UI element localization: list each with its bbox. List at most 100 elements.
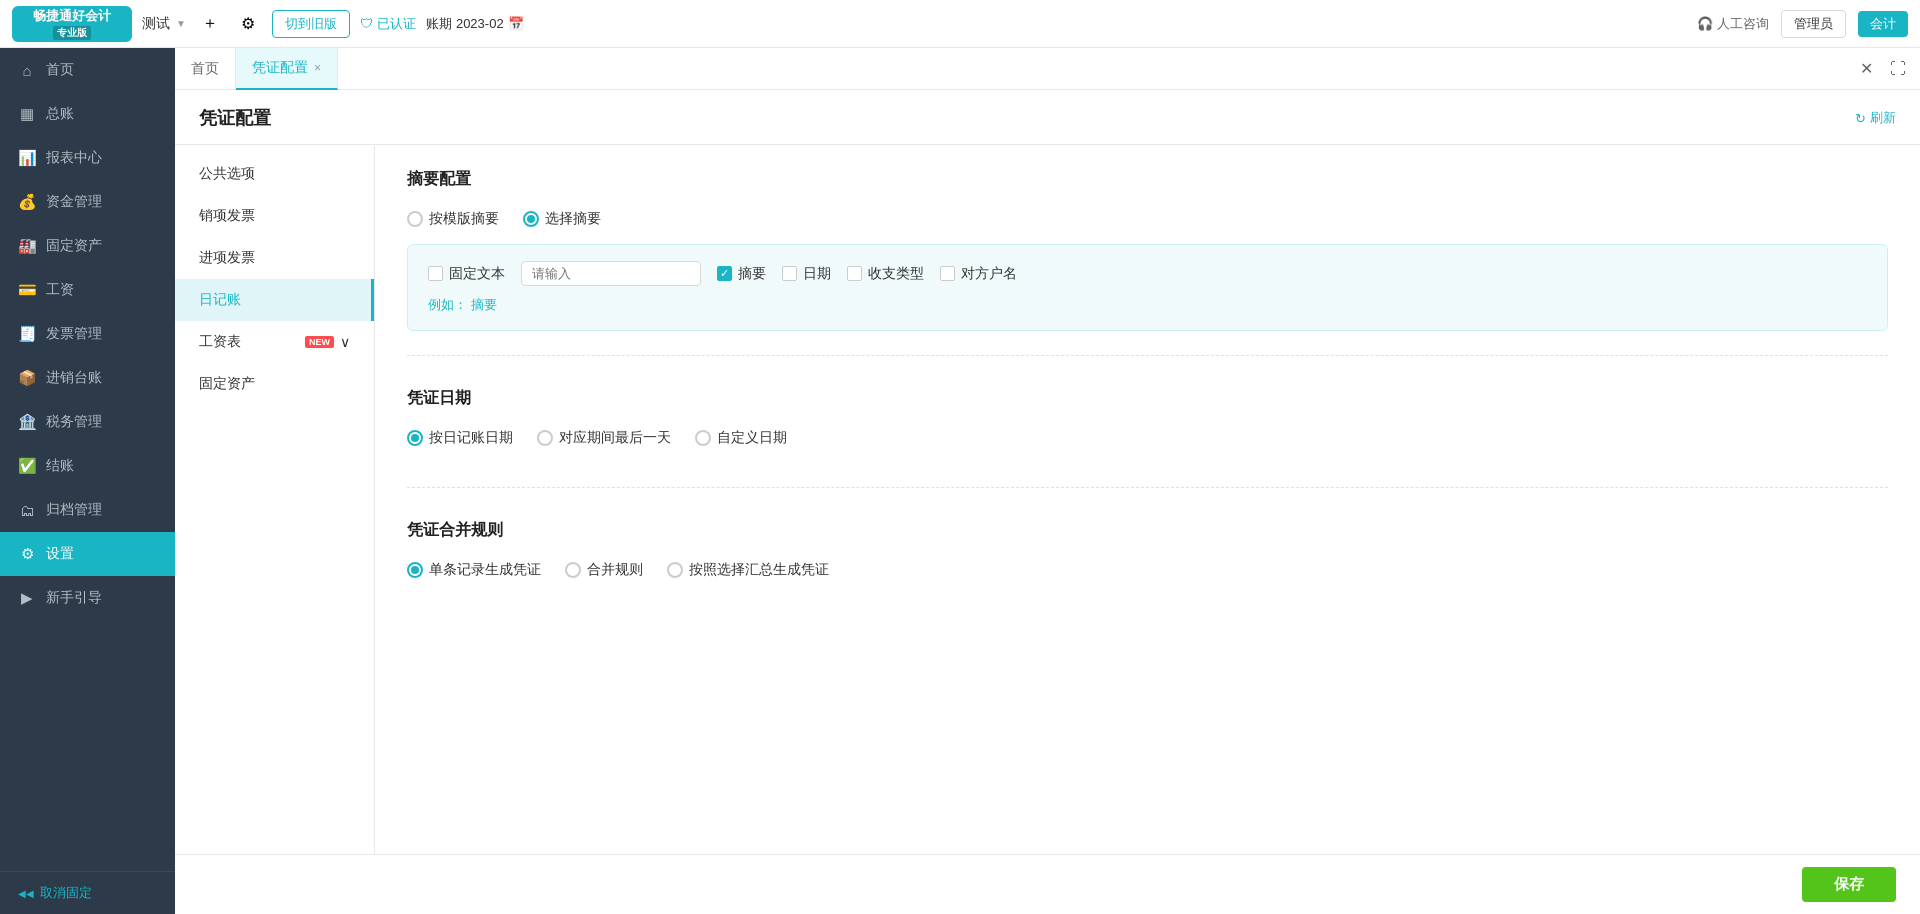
period-last-radio[interactable] [537, 430, 553, 446]
abstract-template-option[interactable]: 按模版摘要 [407, 210, 499, 228]
fixed-text-checkbox[interactable] [428, 266, 443, 281]
sidebar-item-ledger-label: 总账 [46, 105, 74, 123]
abstract-select-label: 选择摘要 [545, 210, 601, 228]
single-label: 单条记录生成凭证 [429, 561, 541, 579]
abstract-checkbox-item[interactable]: ✓ 摘要 [717, 265, 766, 283]
counterpart-checkbox-label: 对方户名 [961, 265, 1017, 283]
sidebar-item-funds-label: 资金管理 [46, 193, 102, 211]
single-radio[interactable] [407, 562, 423, 578]
service-button[interactable]: 🎧 人工咨询 [1697, 15, 1769, 33]
tab-close-icon[interactable]: × [314, 61, 321, 75]
inner-layout: 公共选项 销项发票 进项发票 日记账 工资表 NEW ∨ [175, 145, 1920, 854]
wages-icon: 💳 [18, 281, 36, 299]
abstract-select-option[interactable]: 选择摘要 [523, 210, 601, 228]
right-content: 摘要配置 按模版摘要 选择摘要 [375, 145, 1920, 854]
left-nav-payroll-label: 工资表 [199, 333, 241, 351]
counterpart-checkbox-item[interactable]: 对方户名 [940, 265, 1017, 283]
tab-expand-icon[interactable]: ⛶ [1884, 55, 1912, 83]
custom-date-radio[interactable] [695, 430, 711, 446]
period-last-label: 对应期间最后一天 [559, 429, 671, 447]
abstract-checkbox[interactable]: ✓ [717, 266, 732, 281]
save-button[interactable]: 保存 [1802, 867, 1896, 902]
workspace-selector[interactable]: 测试 ▼ [142, 15, 186, 33]
left-nav-sales-invoice[interactable]: 销项发票 [175, 195, 374, 237]
left-nav-purchase-invoice[interactable]: 进项发票 [175, 237, 374, 279]
counterpart-checkbox[interactable] [940, 266, 955, 281]
example-prefix: 例如： [428, 297, 467, 312]
abstract-radio-group: 按模版摘要 选择摘要 [407, 210, 1888, 228]
date-radio-group: 按日记账日期 对应期间最后一天 自定义日期 [407, 429, 1888, 447]
topbar: 畅捷通好会计 专业版 测试 ▼ ＋ ⚙ 切到旧版 🛡 已认证 账期 2023-0… [0, 0, 1920, 48]
left-nav-public-label: 公共选项 [199, 165, 255, 181]
pay-type-checkbox[interactable] [847, 266, 862, 281]
select-summary-radio[interactable] [667, 562, 683, 578]
refresh-icon: ↻ [1855, 111, 1866, 126]
single-option[interactable]: 单条记录生成凭证 [407, 561, 541, 579]
sidebar-item-funds[interactable]: 💰 资金管理 [0, 180, 175, 224]
fixed-text-checkbox-item[interactable]: 固定文本 [428, 265, 505, 283]
logo-sub-text: 专业版 [53, 26, 91, 40]
left-nav-purchase-invoice-label: 进项发票 [199, 249, 255, 265]
sidebar-item-invoice[interactable]: 🧾 发票管理 [0, 312, 175, 356]
journal-date-option[interactable]: 按日记账日期 [407, 429, 513, 447]
tab-voucher-config[interactable]: 凭证配置 × [236, 48, 338, 90]
cancel-fixed-button[interactable]: ◀◀ 取消固定 [0, 871, 175, 914]
sidebar-item-sales-ledger[interactable]: 📦 进销台账 [0, 356, 175, 400]
left-nav-public[interactable]: 公共选项 [175, 153, 374, 195]
workspace-arrow-icon: ▼ [176, 18, 186, 29]
date-checkbox[interactable] [782, 266, 797, 281]
sidebar-item-home-label: 首页 [46, 61, 74, 79]
left-nav: 公共选项 销项发票 进项发票 日记账 工资表 NEW ∨ [175, 145, 375, 854]
tab-home[interactable]: 首页 [175, 48, 236, 90]
right-panel: 首页 凭证配置 × ✕ ⛶ 凭证配置 ↻ 刷新 公共选项 [175, 48, 1920, 914]
tab-bar: 首页 凭证配置 × ✕ ⛶ [175, 48, 1920, 90]
refresh-button[interactable]: ↻ 刷新 [1855, 109, 1896, 141]
cancel-fixed-label: 取消固定 [40, 884, 92, 902]
fixed-text-input[interactable] [521, 261, 701, 286]
page-title: 凭证配置 [199, 106, 271, 144]
sidebar-item-reports[interactable]: 📊 报表中心 [0, 136, 175, 180]
content-header: 凭证配置 ↻ 刷新 [175, 90, 1920, 145]
date-section: 凭证日期 按日记账日期 对应期间最后一天 自定义日期 [407, 388, 1888, 488]
left-nav-fixed-assets-label: 固定资产 [199, 375, 255, 391]
tab-close-window-icon[interactable]: ✕ [1852, 55, 1880, 83]
sidebar-item-invoice-label: 发票管理 [46, 325, 102, 343]
accountant-button[interactable]: 会计 [1858, 11, 1908, 37]
sidebar-item-guide[interactable]: ▶ 新手引导 [0, 576, 175, 620]
sidebar-item-tax[interactable]: 🏦 税务管理 [0, 400, 175, 444]
sidebar-item-ledger[interactable]: ▦ 总账 [0, 92, 175, 136]
settings-icon[interactable]: ⚙ [234, 10, 262, 38]
pay-type-checkbox-item[interactable]: 收支类型 [847, 265, 924, 283]
date-checkbox-item[interactable]: 日期 [782, 265, 831, 283]
sidebar-item-reports-label: 报表中心 [46, 149, 102, 167]
guide-icon: ▶ [18, 589, 36, 607]
sidebar-item-settings[interactable]: ⚙ 设置 [0, 532, 175, 576]
select-summary-label: 按照选择汇总生成凭证 [689, 561, 829, 579]
admin-button[interactable]: 管理员 [1781, 10, 1846, 38]
sales-ledger-icon: 📦 [18, 369, 36, 387]
sidebar-item-fixed-assets-label: 固定资产 [46, 237, 102, 255]
left-nav-fixed-assets[interactable]: 固定资产 [175, 363, 374, 405]
journal-date-radio[interactable] [407, 430, 423, 446]
left-nav-sales-invoice-label: 销项发票 [199, 207, 255, 223]
add-button[interactable]: ＋ [196, 10, 224, 38]
switch-old-btn[interactable]: 切到旧版 [272, 10, 350, 38]
sidebar-item-wages[interactable]: 💳 工资 [0, 268, 175, 312]
left-nav-payroll[interactable]: 工资表 NEW ∨ [175, 321, 374, 363]
merge-rule-option[interactable]: 合并规则 [565, 561, 643, 579]
page-footer: 保存 [175, 854, 1920, 914]
merge-rule-radio[interactable] [565, 562, 581, 578]
calendar-icon[interactable]: 📅 [508, 16, 524, 31]
sidebar-item-home[interactable]: ⌂ 首页 [0, 48, 175, 92]
sidebar-item-archive[interactable]: 🗂 归档管理 [0, 488, 175, 532]
select-summary-option[interactable]: 按照选择汇总生成凭证 [667, 561, 829, 579]
sidebar-item-fixed-assets[interactable]: 🏭 固定资产 [0, 224, 175, 268]
sidebar-item-settlement[interactable]: ✅ 结账 [0, 444, 175, 488]
logo: 畅捷通好会计 专业版 [12, 6, 132, 42]
left-nav-journal[interactable]: 日记账 [175, 279, 374, 321]
abstract-select-radio[interactable] [523, 211, 539, 227]
custom-date-option[interactable]: 自定义日期 [695, 429, 787, 447]
sidebar-item-guide-label: 新手引导 [46, 589, 102, 607]
period-last-option[interactable]: 对应期间最后一天 [537, 429, 671, 447]
abstract-template-radio[interactable] [407, 211, 423, 227]
